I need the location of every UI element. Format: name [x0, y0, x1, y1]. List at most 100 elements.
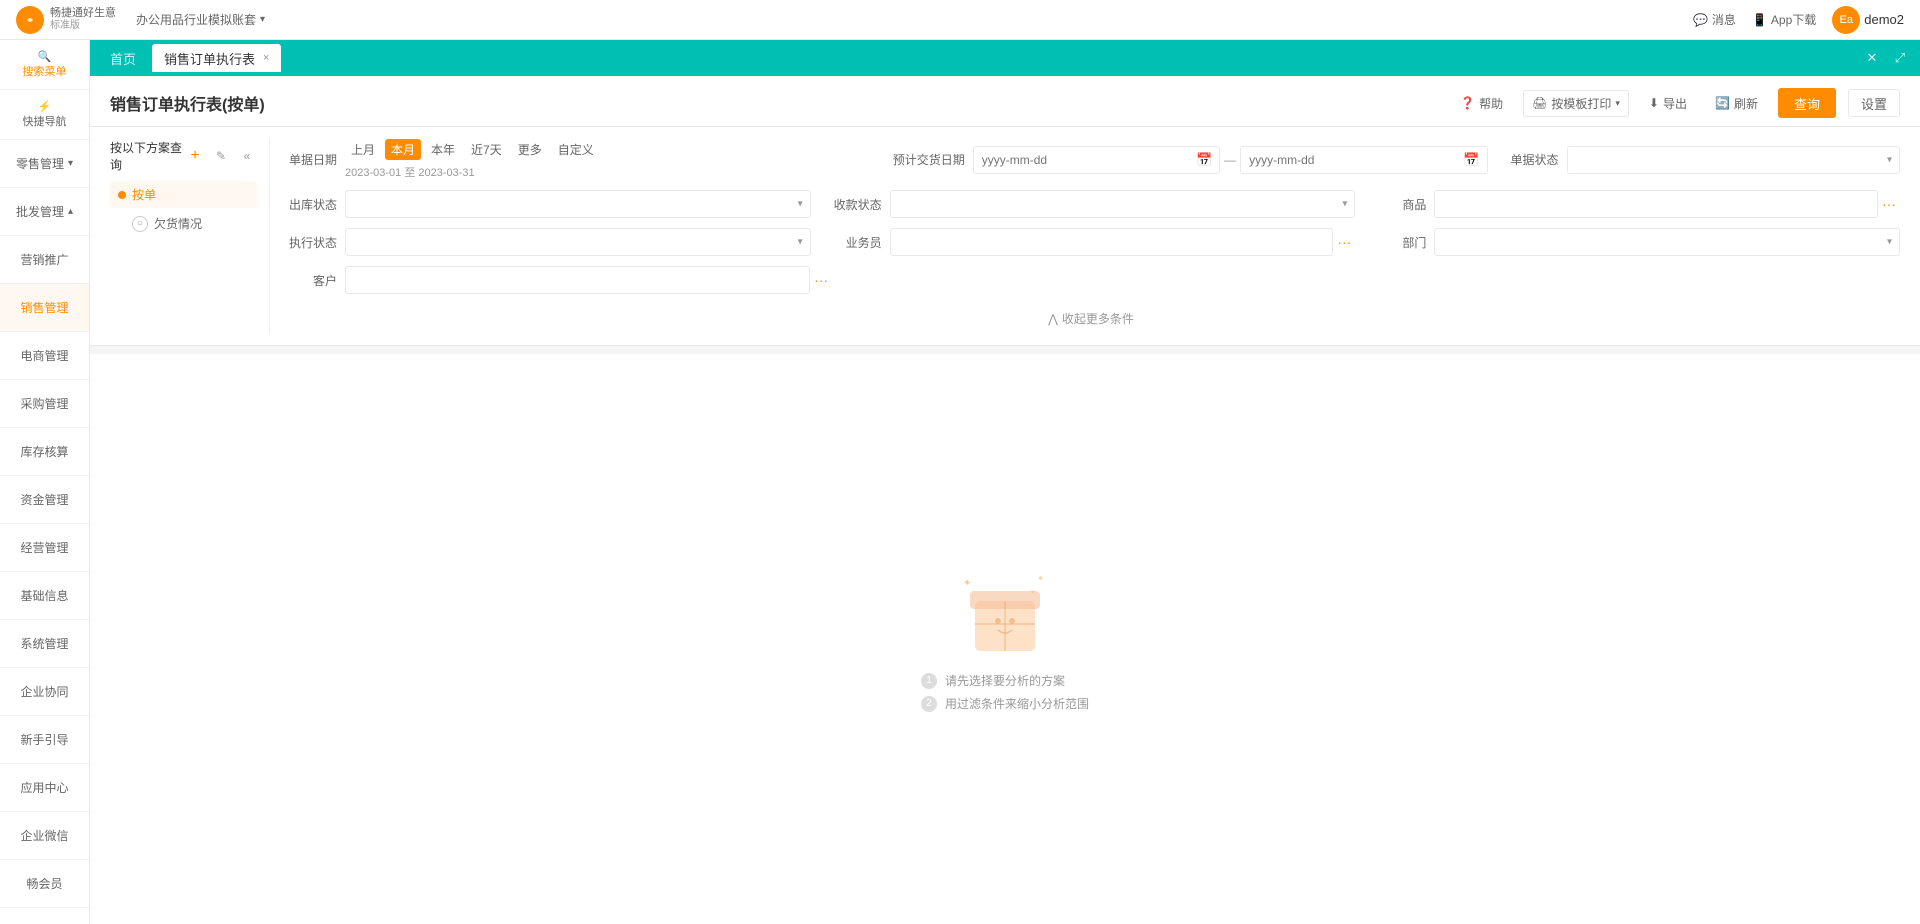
goods-input[interactable] — [1434, 190, 1878, 218]
sidebar-item-ecommerce[interactable]: 电商管理 — [0, 332, 89, 380]
sidebar-item-sales[interactable]: 销售管理 — [0, 284, 89, 332]
scheme-item-欠货情况[interactable]: ○ 欠货情况 — [110, 210, 257, 237]
expected-date-to: 📅 — [1240, 146, 1487, 174]
tab-bar: 首页 销售订单执行表 × ✕ ⤢ — [90, 40, 1920, 76]
chevron-up-icon: ▴ — [68, 206, 73, 217]
salesman-input-wrap: ··· — [890, 228, 1356, 256]
sidebar-item-system[interactable]: 系统管理 — [0, 620, 89, 668]
data-area: ✦ ✦ ✦ 1 请先选择要分析的方案 2 — [90, 354, 1920, 924]
breadcrumb[interactable]: 办公用品行业模拟账套 ▾ — [136, 11, 265, 28]
sidebar-item-retail[interactable]: 零售管理 ▾ — [0, 140, 89, 188]
refresh-button[interactable]: 🔄 刷新 — [1707, 91, 1766, 116]
help-button[interactable]: ❓ 帮助 — [1452, 91, 1511, 116]
filter-scheme-actions: + ✎ « — [185, 146, 257, 166]
sidebar-item-search[interactable]: 🔍 搜索菜单 — [0, 40, 89, 90]
app-download-action[interactable]: 📱 App下载 — [1752, 11, 1816, 28]
sidebar-item-operation[interactable]: 经营管理 — [0, 524, 89, 572]
scheme-edit-button[interactable]: ✎ — [211, 146, 231, 166]
scheme-collapse-button[interactable]: « — [237, 146, 257, 166]
filter-row-3: 执行状态 ▾ 业务员 ··· — [282, 228, 1900, 256]
pay-status-select[interactable] — [890, 190, 1356, 218]
expected-date-from-input[interactable] — [973, 146, 1220, 174]
customer-more-icon[interactable]: ··· — [810, 272, 832, 288]
page-title-row: 销售订单执行表(按单) ❓ 帮助 🖨 按模板打印 ▾ ⬇ 导出 — [110, 88, 1900, 118]
sidebar-item-quicknav[interactable]: ⚡ 快捷导航 — [0, 90, 89, 140]
goods-more-icon[interactable]: ··· — [1878, 196, 1900, 212]
header-right: 💬 消息 📱 App下载 Ea demo2 — [1693, 6, 1904, 34]
date-tab-本年[interactable]: 本年 — [425, 139, 461, 160]
sidebar-item-finance[interactable]: 资金管理 — [0, 476, 89, 524]
status-select[interactable] — [1567, 146, 1901, 174]
customer-input-wrap: ··· — [345, 266, 832, 294]
dept-select[interactable] — [1434, 228, 1900, 256]
tab-expand-button[interactable]: ⤢ — [1888, 46, 1912, 70]
customer-input[interactable] — [345, 266, 810, 294]
main-layout: 🔍 搜索菜单 ⚡ 快捷导航 零售管理 ▾ 批发管理 ▴ 营销推广 销售管理 电商… — [0, 40, 1920, 924]
quicknav-icon: ⚡ — [38, 100, 52, 113]
collapse-up-icon: ⋀ — [1048, 312, 1058, 326]
sidebar-item-marketing[interactable]: 营销推广 — [0, 236, 89, 284]
date-tab-近7天[interactable]: 近7天 — [465, 139, 508, 160]
collapse-icon: « — [244, 149, 251, 163]
query-button[interactable]: 查询 — [1778, 88, 1836, 118]
sidebar-item-wholesale[interactable]: 批发管理 ▴ — [0, 188, 89, 236]
filter-field-salesman: 业务员 ··· — [827, 228, 1356, 256]
dept-select-wrapper: ▾ — [1434, 228, 1900, 256]
calendar-from-icon[interactable]: 📅 — [1196, 152, 1212, 168]
collapse-conditions-button[interactable]: ⋀ 收起更多条件 — [282, 304, 1900, 333]
tip-num-1: 1 — [921, 673, 937, 689]
expected-date-from: 📅 — [973, 146, 1220, 174]
page-header: 销售订单执行表(按单) ❓ 帮助 🖨 按模板打印 ▾ ⬇ 导出 — [90, 76, 1920, 127]
help-icon: ❓ — [1460, 96, 1475, 110]
filter-field-customer: 客户 ··· — [282, 266, 832, 294]
date-tab-上月[interactable]: 上月 — [345, 139, 381, 160]
filter-conditions: 单据日期 上月 本月 本年 近7天 更多 自定义 20 — [282, 139, 1900, 333]
salesman-input[interactable] — [890, 228, 1334, 256]
date-tab-自定义[interactable]: 自定义 — [552, 139, 600, 160]
exec-status-label: 执行状态 — [282, 234, 337, 251]
user-name: demo2 — [1864, 12, 1904, 27]
print-button[interactable]: 🖨 按模板打印 ▾ — [1523, 90, 1629, 117]
calendar-to-icon[interactable]: 📅 — [1463, 152, 1479, 168]
chevron-down-icon: ▾ — [68, 158, 73, 169]
sidebar-item-appstore[interactable]: 应用中心 — [0, 764, 89, 812]
exec-status-select-wrapper: ▾ — [345, 228, 811, 256]
sidebar-item-guide[interactable]: 新手引导 — [0, 716, 89, 764]
sidebar-item-purchase[interactable]: 采购管理 — [0, 380, 89, 428]
empty-svg: ✦ ✦ ✦ — [955, 566, 1055, 656]
expected-date-label: 预计交货日期 — [893, 151, 965, 168]
exec-status-select[interactable] — [345, 228, 811, 256]
message-action[interactable]: 💬 消息 — [1693, 11, 1736, 28]
date-label: 单据日期 — [282, 151, 337, 168]
date-tab-本月[interactable]: 本月 — [385, 139, 421, 160]
sidebar-item-member[interactable]: 畅会员 — [0, 860, 89, 908]
ship-status-select-wrapper: ▾ — [345, 190, 811, 218]
scheme-add-button[interactable]: + — [185, 146, 205, 166]
ship-status-label: 出库状态 — [282, 196, 337, 213]
tab-close-button[interactable]: ✕ — [1860, 46, 1884, 70]
sidebar-item-enterprise[interactable]: 企业协同 — [0, 668, 89, 716]
export-button[interactable]: ⬇ 导出 — [1641, 91, 1695, 116]
user-area[interactable]: Ea demo2 — [1832, 6, 1904, 34]
tab-close-icon[interactable]: × — [263, 52, 269, 64]
date-tabs: 上月 本月 本年 近7天 更多 自定义 — [345, 139, 877, 160]
tab-home[interactable]: 首页 — [98, 44, 148, 72]
scheme-item-按单[interactable]: 按单 — [110, 181, 257, 208]
dept-label: 部门 — [1371, 234, 1426, 251]
ship-status-select[interactable] — [345, 190, 811, 218]
expected-date-to-input[interactable] — [1240, 146, 1487, 174]
salesman-more-icon[interactable]: ··· — [1333, 234, 1355, 250]
date-range-text: 2023-03-01 至 2023-03-31 — [345, 164, 877, 180]
tab-active[interactable]: 销售订单执行表 × — [152, 44, 281, 72]
sidebar-item-basic[interactable]: 基础信息 — [0, 572, 89, 620]
filter-panel: 按以下方案查询 + ✎ « — [90, 127, 1920, 346]
search-icon: 🔍 — [38, 50, 52, 63]
empty-tip-1: 1 请先选择要分析的方案 — [921, 672, 1089, 689]
filter-field-dept: 部门 ▾ — [1371, 228, 1900, 256]
message-icon: 💬 — [1693, 13, 1708, 27]
sidebar-item-inventory[interactable]: 库存核算 — [0, 428, 89, 476]
filter-field-pay-status: 收款状态 ▾ — [827, 190, 1356, 218]
settings-button[interactable]: 设置 — [1848, 89, 1900, 117]
date-tab-更多[interactable]: 更多 — [512, 139, 548, 160]
sidebar-item-wechat[interactable]: 企业微信 — [0, 812, 89, 860]
